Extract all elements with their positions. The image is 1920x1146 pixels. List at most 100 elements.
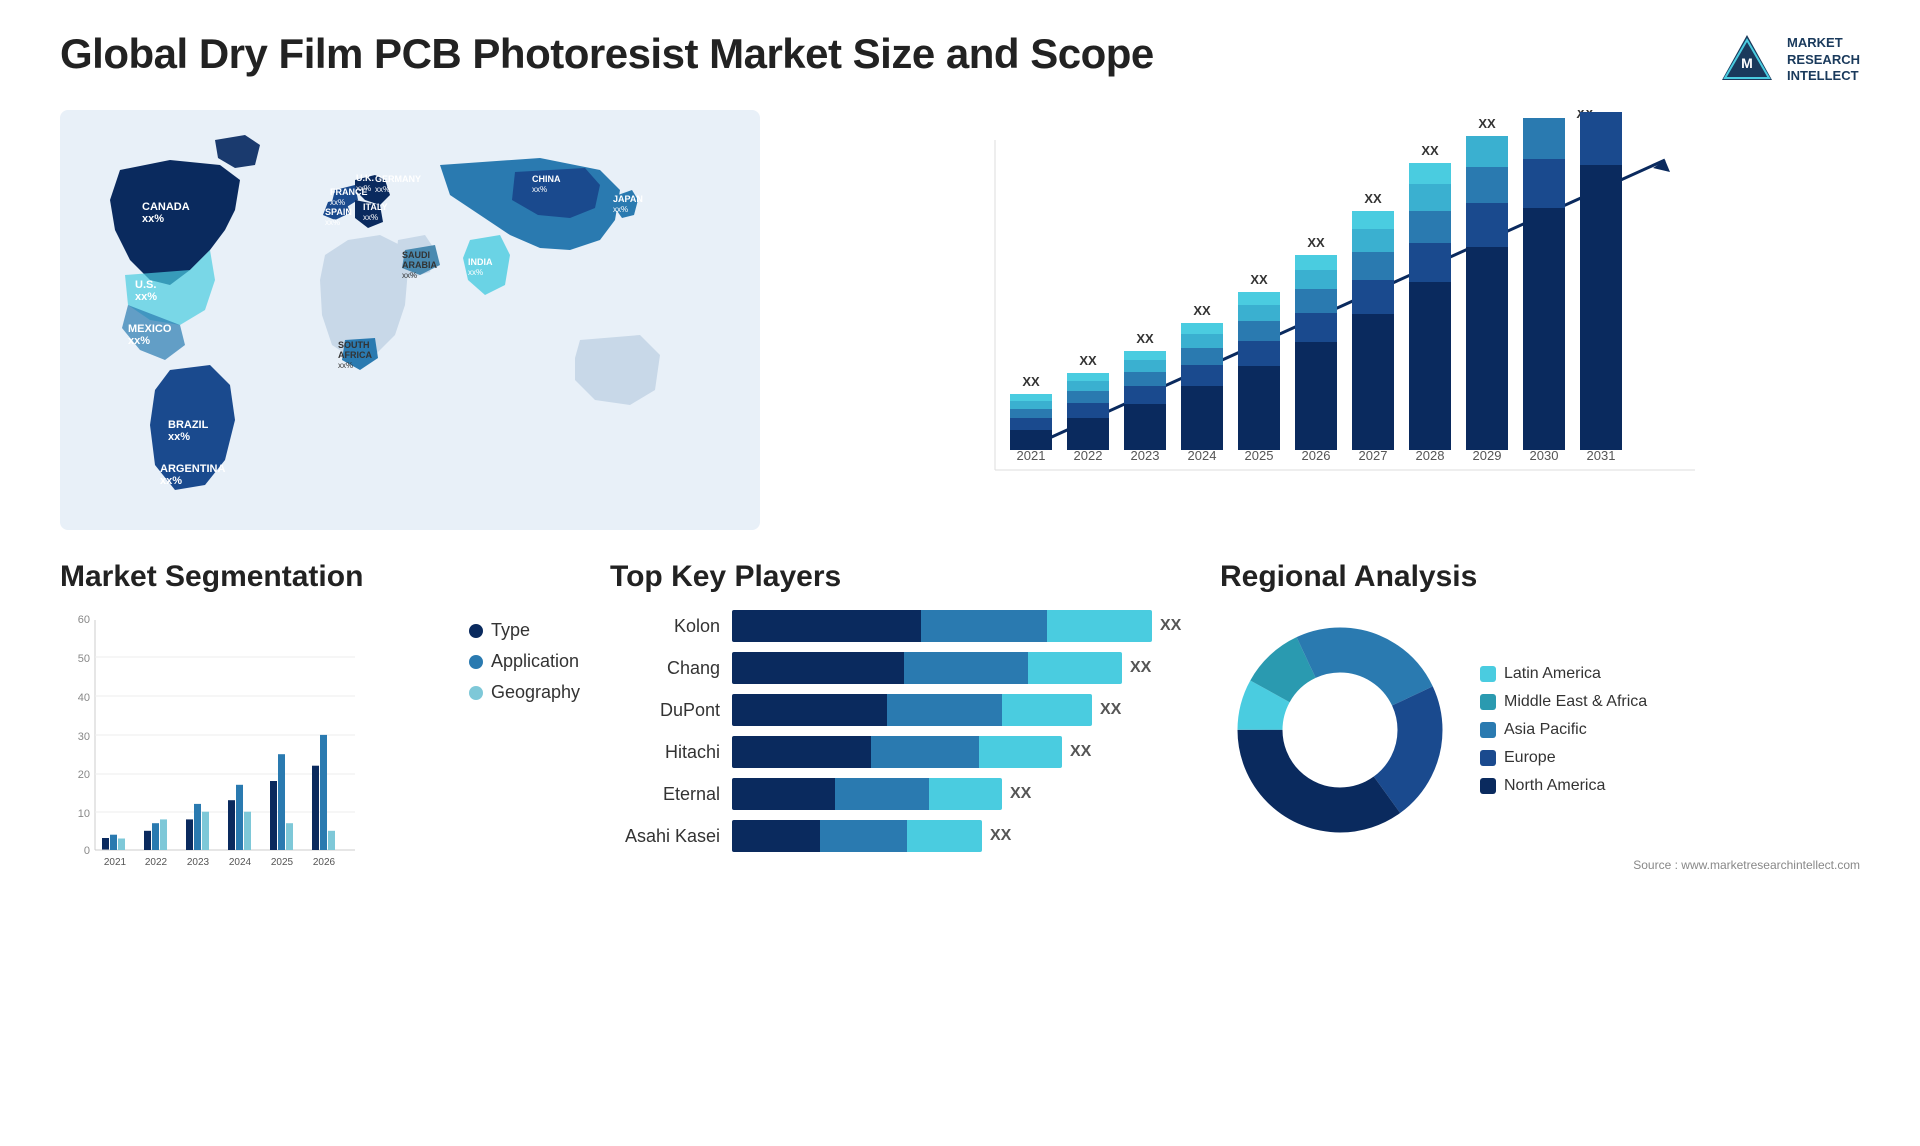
svg-text:ARGENTINA: ARGENTINA — [160, 463, 225, 475]
svg-text:40: 40 — [78, 692, 90, 704]
seg-chart-svg: 60 50 40 30 20 10 0 2021 — [60, 610, 360, 890]
page-title: Global Dry Film PCB Photoresist Market S… — [60, 30, 1154, 78]
donut-svg — [1220, 610, 1460, 850]
svg-text:XX: XX — [1307, 235, 1325, 250]
svg-text:xx%: xx% — [135, 291, 157, 303]
player-bar-asahi — [732, 820, 982, 852]
logo-icon: M — [1717, 30, 1777, 90]
player-row-eternal: Eternal XX — [610, 778, 1190, 810]
player-name-asahi: Asahi Kasei — [610, 826, 720, 847]
svg-text:2022: 2022 — [1074, 448, 1103, 463]
svg-text:CHINA: CHINA — [532, 174, 561, 184]
reg-label-north-america: North America — [1504, 777, 1605, 795]
legend-application: Application — [469, 651, 580, 672]
svg-text:XX: XX — [1079, 353, 1097, 368]
svg-text:2021: 2021 — [104, 857, 127, 868]
svg-text:XX: XX — [1136, 331, 1154, 346]
svg-text:ITALY: ITALY — [363, 202, 388, 212]
player-bar-eternal — [732, 778, 1002, 810]
reg-legend-mea: Middle East & Africa — [1480, 693, 1647, 711]
player-bar-chang — [732, 652, 1122, 684]
page: Global Dry Film PCB Photoresist Market S… — [0, 0, 1920, 1146]
svg-text:2023: 2023 — [1131, 448, 1160, 463]
player-bar-wrap-asahi: XX — [732, 820, 1190, 852]
player-row-dupont: DuPont XX — [610, 694, 1190, 726]
svg-text:SAUDI: SAUDI — [402, 250, 430, 260]
player-row-asahi: Asahi Kasei XX — [610, 820, 1190, 852]
map-container: CANADA xx% U.S. xx% MEXICO xx% BRAZIL xx… — [60, 110, 760, 530]
reg-dot-europe — [1480, 750, 1496, 766]
reg-label-mea: Middle East & Africa — [1504, 693, 1647, 711]
legend-label-type: Type — [491, 620, 530, 641]
legend-geography: Geography — [469, 682, 580, 703]
player-name-chang: Chang — [610, 658, 720, 679]
regional-legend: Latin America Middle East & Africa Asia … — [1480, 665, 1647, 795]
player-name-kolon: Kolon — [610, 616, 720, 637]
svg-text:xx%: xx% — [142, 213, 164, 225]
players-list: Kolon XX Chang — [610, 610, 1190, 852]
legend-dot-application — [469, 655, 483, 669]
svg-text:CANADA: CANADA — [142, 201, 190, 213]
svg-text:20: 20 — [78, 769, 90, 781]
svg-text:xx%: xx% — [330, 198, 345, 207]
svg-text:M: M — [1741, 55, 1753, 71]
player-val-chang: XX — [1130, 659, 1151, 677]
regional-section: Regional Analysis — [1220, 560, 1860, 872]
svg-text:xx%: xx% — [128, 335, 150, 347]
player-row-kolon: Kolon XX — [610, 610, 1190, 642]
svg-text:XX: XX — [1022, 374, 1040, 389]
player-name-eternal: Eternal — [610, 784, 720, 805]
svg-text:xx%: xx% — [468, 268, 483, 277]
header: Global Dry Film PCB Photoresist Market S… — [60, 30, 1860, 90]
player-val-kolon: XX — [1160, 617, 1181, 635]
svg-text:2025: 2025 — [1245, 448, 1274, 463]
legend-dot-type — [469, 624, 483, 638]
legend-type: Type — [469, 620, 580, 641]
player-row-hitachi: Hitachi XX — [610, 736, 1190, 768]
svg-text:XX: XX — [1478, 116, 1496, 131]
svg-text:2023: 2023 — [187, 857, 210, 868]
reg-dot-mea — [1480, 694, 1496, 710]
svg-text:2026: 2026 — [1302, 448, 1331, 463]
player-bar-wrap-hitachi: XX — [732, 736, 1190, 768]
svg-text:XX: XX — [1250, 272, 1268, 287]
reg-legend-latin-america: Latin America — [1480, 665, 1647, 683]
svg-text:xx%: xx% — [402, 271, 417, 280]
svg-text:2028: 2028 — [1416, 448, 1445, 463]
player-bar-wrap-kolon: XX — [732, 610, 1190, 642]
svg-text:JAPAN: JAPAN — [613, 194, 643, 204]
player-val-asahi: XX — [990, 827, 1011, 845]
svg-text:XX: XX — [1193, 303, 1211, 318]
svg-text:2024: 2024 — [229, 857, 252, 868]
reg-label-latin-america: Latin America — [1504, 665, 1601, 683]
svg-text:60: 60 — [78, 614, 90, 626]
svg-text:2025: 2025 — [271, 857, 294, 868]
svg-text:SOUTH: SOUTH — [338, 340, 370, 350]
segmentation-title: Market Segmentation — [60, 560, 580, 594]
svg-text:30: 30 — [78, 731, 90, 743]
svg-text:GERMANY: GERMANY — [375, 174, 421, 184]
player-val-dupont: XX — [1100, 701, 1121, 719]
players-section: Top Key Players Kolon XX Chang — [610, 560, 1190, 852]
player-name-dupont: DuPont — [610, 700, 720, 721]
bottom-section: Market Segmentation 60 — [60, 560, 1860, 890]
player-val-eternal: XX — [1010, 785, 1031, 803]
svg-text:FRANCE: FRANCE — [330, 187, 368, 197]
reg-legend-north-america: North America — [1480, 777, 1647, 795]
player-name-hitachi: Hitachi — [610, 742, 720, 763]
svg-text:50: 50 — [78, 653, 90, 665]
svg-text:xx%: xx% — [160, 475, 182, 487]
logo: M MARKET RESEARCH INTELLECT — [1717, 30, 1860, 90]
player-bar-dupont — [732, 694, 1092, 726]
svg-text:10: 10 — [78, 808, 90, 820]
reg-dot-latin-america — [1480, 666, 1496, 682]
segmentation-chart-area: 60 50 40 30 20 10 0 2021 — [60, 610, 580, 890]
svg-text:xx%: xx% — [168, 431, 190, 443]
svg-text:2026: 2026 — [313, 857, 336, 868]
svg-text:SPAIN: SPAIN — [325, 207, 352, 217]
reg-legend-europe: Europe — [1480, 749, 1647, 767]
legend-label-geography: Geography — [491, 682, 580, 703]
svg-text:2030: 2030 — [1530, 448, 1559, 463]
svg-text:2031: 2031 — [1587, 448, 1616, 463]
svg-text:0: 0 — [84, 845, 90, 857]
